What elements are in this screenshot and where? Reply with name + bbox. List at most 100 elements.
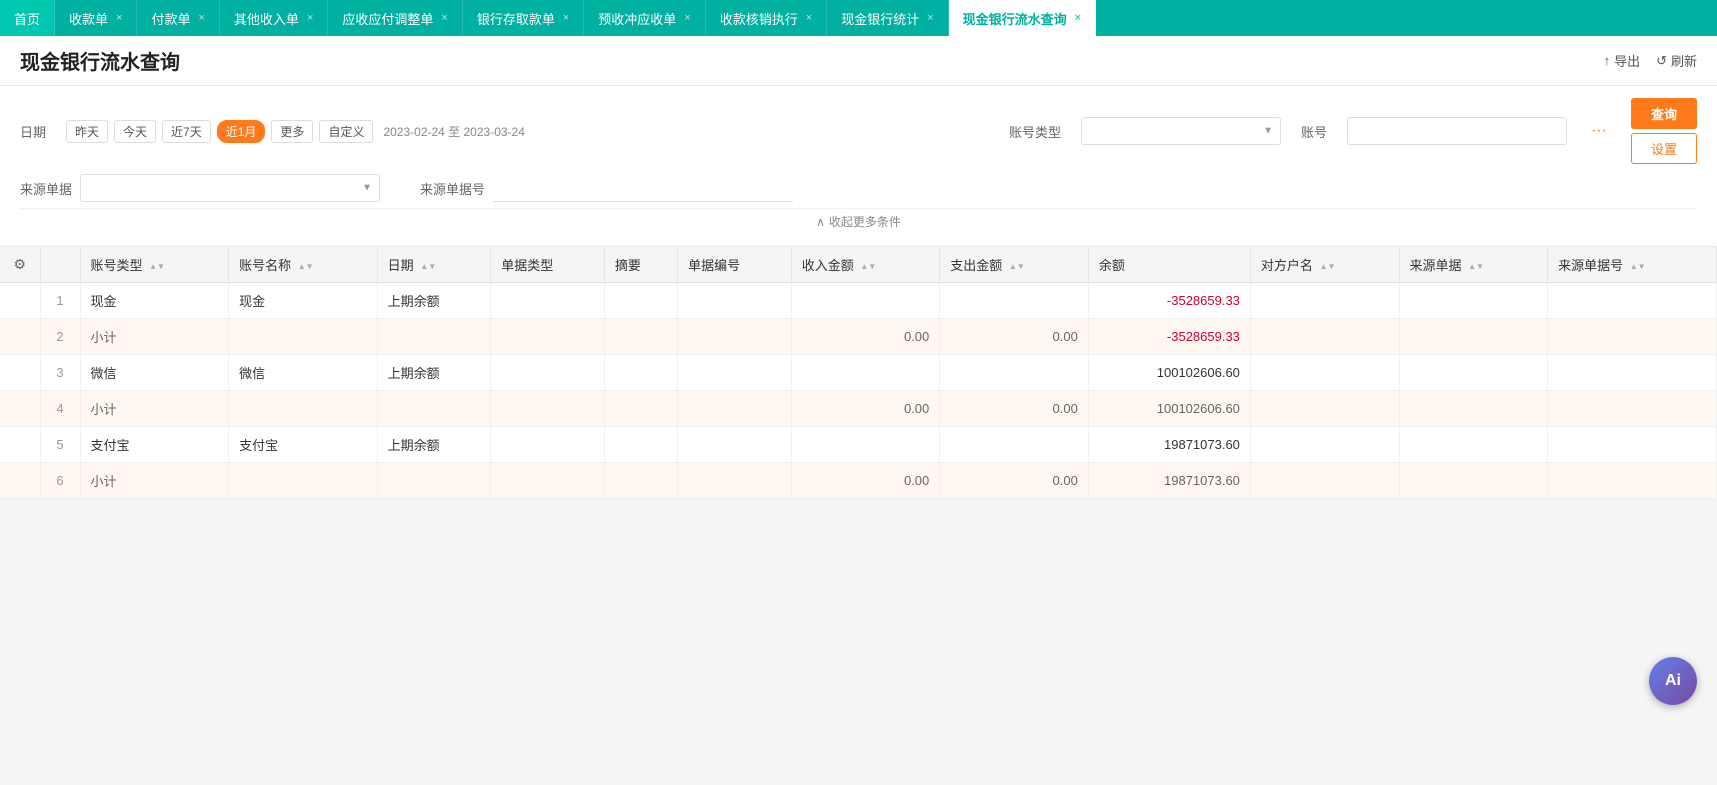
- account-type-select[interactable]: [1081, 117, 1281, 145]
- date-btn-7days[interactable]: 近7天: [162, 120, 211, 143]
- col-expense[interactable]: 支出金额 ▲▼: [940, 247, 1089, 283]
- sort-income-icon[interactable]: ▲▼: [860, 263, 876, 271]
- settings-button[interactable]: 设置: [1631, 133, 1697, 164]
- row-gear-cell: [0, 427, 40, 463]
- collapse-conditions-button[interactable]: ∧ 收起更多条件: [20, 208, 1697, 234]
- sort-source-doc-no-icon[interactable]: ▲▼: [1630, 263, 1646, 271]
- nav-receipt[interactable]: 收款单 ×: [55, 0, 137, 36]
- col-doc-type: 单据类型: [491, 247, 605, 283]
- close-adjust-icon[interactable]: ×: [441, 12, 447, 24]
- page-header: 现金银行流水查询 ↑ 导出 ↺ 刷新: [0, 36, 1717, 86]
- col-source-doc[interactable]: 来源单据 ▲▼: [1399, 247, 1548, 283]
- gear-settings-icon[interactable]: ⚙: [13, 256, 26, 272]
- source-doc-select[interactable]: [80, 174, 380, 202]
- row-expense-cell: [940, 427, 1089, 463]
- date-btn-more[interactable]: 更多: [271, 120, 313, 143]
- nav-flow-query[interactable]: 现金银行流水查询 ×: [949, 0, 1096, 36]
- sort-source-doc-icon[interactable]: ▲▼: [1468, 263, 1484, 271]
- row-expense-cell: [940, 355, 1089, 391]
- row-balance-cell: -3528659.33: [1088, 283, 1250, 319]
- table-header-row: ⚙ 账号类型 ▲▼ 账号名称 ▲▼ 日期 ▲▼ 单据类型: [0, 247, 1717, 283]
- row-income-cell: [791, 283, 940, 319]
- close-bank-stats-icon[interactable]: ×: [927, 12, 933, 24]
- row-account-type-cell: 现金: [80, 283, 229, 319]
- col-balance: 余额: [1088, 247, 1250, 283]
- col-summary: 摘要: [604, 247, 677, 283]
- date-filter-label: 日期: [20, 122, 46, 141]
- row-income-cell: [791, 355, 940, 391]
- account-input[interactable]: [1347, 117, 1567, 145]
- row-doc-no-cell: [678, 283, 792, 319]
- sort-counterparty-icon[interactable]: ▲▼: [1320, 263, 1336, 271]
- sort-account-type-icon[interactable]: ▲▼: [149, 263, 165, 271]
- nav-bank-stats[interactable]: 现金银行统计 ×: [827, 0, 948, 36]
- col-account-type-label: 账号类型: [91, 258, 143, 273]
- close-bank-deposit-icon[interactable]: ×: [563, 12, 569, 24]
- sort-date-icon[interactable]: ▲▼: [420, 263, 436, 271]
- col-income[interactable]: 收入金额 ▲▼: [791, 247, 940, 283]
- row-source-doc-cell: [1399, 283, 1548, 319]
- col-source-doc-no[interactable]: 来源单据号 ▲▼: [1548, 247, 1717, 283]
- col-account-type[interactable]: 账号类型 ▲▼: [80, 247, 229, 283]
- row-num-cell: 3: [40, 355, 80, 391]
- row-income-cell: 0.00: [791, 463, 940, 499]
- refresh-button[interactable]: ↺ 刷新: [1656, 51, 1697, 70]
- row-counterparty-cell: [1250, 391, 1399, 427]
- row-summary-cell: [604, 283, 677, 319]
- col-account-name-label: 账号名称: [239, 258, 291, 273]
- sort-expense-icon[interactable]: ▲▼: [1009, 263, 1025, 271]
- nav-payment[interactable]: 付款单 ×: [137, 0, 219, 36]
- export-button[interactable]: ↑ 导出: [1604, 51, 1641, 70]
- source-doc-select-wrapper: ▼: [80, 174, 380, 202]
- flow-table: ⚙ 账号类型 ▲▼ 账号名称 ▲▼ 日期 ▲▼ 单据类型: [0, 247, 1717, 499]
- close-payment-icon[interactable]: ×: [198, 12, 204, 24]
- row-date-cell: 上期余额: [377, 283, 491, 319]
- nav-bank-deposit[interactable]: 银行存取款单 ×: [463, 0, 584, 36]
- col-date[interactable]: 日期 ▲▼: [377, 247, 491, 283]
- close-receipt-icon[interactable]: ×: [116, 12, 122, 24]
- row-doc-no-cell: [678, 463, 792, 499]
- row-balance-cell: 19871073.60: [1088, 463, 1250, 499]
- table-row: 4 小计 0.00 0.00 100102606.60: [0, 391, 1717, 427]
- account-dots-button[interactable]: ···: [1587, 122, 1611, 140]
- ai-assistant-button[interactable]: Ai: [1649, 657, 1697, 705]
- col-expense-label: 支出金额: [950, 258, 1002, 273]
- refresh-label: 刷新: [1671, 51, 1697, 70]
- export-label: 导出: [1614, 51, 1640, 70]
- source-doc-no-filter: 来源单据号: [420, 174, 793, 202]
- close-flow-query-icon[interactable]: ×: [1075, 12, 1081, 24]
- row-gear-cell: [0, 463, 40, 499]
- nav-other-income[interactable]: 其他收入单 ×: [220, 0, 328, 36]
- source-doc-label: 来源单据: [20, 179, 72, 198]
- filter-row-1: 日期 昨天 今天 近7天 近1月 更多 自定义 2023-02-24 至 202…: [20, 98, 1697, 164]
- date-btn-custom[interactable]: 自定义: [319, 120, 373, 143]
- row-doc-type-cell: [491, 355, 605, 391]
- nav-verification[interactable]: 收款核销执行 ×: [706, 0, 827, 36]
- date-btn-yesterday[interactable]: 昨天: [66, 120, 108, 143]
- export-icon: ↑: [1604, 53, 1611, 68]
- close-pre-receipt-icon[interactable]: ×: [684, 12, 690, 24]
- close-other-income-icon[interactable]: ×: [307, 12, 313, 24]
- source-doc-no-label: 来源单据号: [420, 179, 485, 198]
- close-verification-icon[interactable]: ×: [806, 12, 812, 24]
- row-expense-cell: 0.00: [940, 391, 1089, 427]
- nav-pre-receipt[interactable]: 预收冲应收单 ×: [584, 0, 705, 36]
- row-source-doc-no-cell: [1548, 391, 1717, 427]
- query-button[interactable]: 查询: [1631, 98, 1697, 129]
- col-gear[interactable]: ⚙: [0, 247, 40, 283]
- nav-adjust[interactable]: 应收应付调整单 ×: [328, 0, 462, 36]
- col-account-name[interactable]: 账号名称 ▲▼: [229, 247, 378, 283]
- source-doc-no-input[interactable]: [493, 174, 793, 202]
- date-btn-1month[interactable]: 近1月: [217, 120, 266, 143]
- table-row: 3 微信 微信 上期余额 100102606.60: [0, 355, 1717, 391]
- nav-home[interactable]: 首页: [0, 0, 55, 36]
- row-source-doc-no-cell: [1548, 319, 1717, 355]
- filter-row-2: 来源单据 ▼ 来源单据号: [20, 174, 1697, 202]
- sort-account-name-icon[interactable]: ▲▼: [298, 263, 314, 271]
- row-income-cell: 0.00: [791, 391, 940, 427]
- date-btn-today[interactable]: 今天: [114, 120, 156, 143]
- col-source-doc-no-label: 来源单据号: [1558, 258, 1623, 273]
- refresh-icon: ↺: [1656, 53, 1667, 69]
- col-source-doc-label: 来源单据: [1410, 258, 1462, 273]
- col-counterparty[interactable]: 对方户名 ▲▼: [1250, 247, 1399, 283]
